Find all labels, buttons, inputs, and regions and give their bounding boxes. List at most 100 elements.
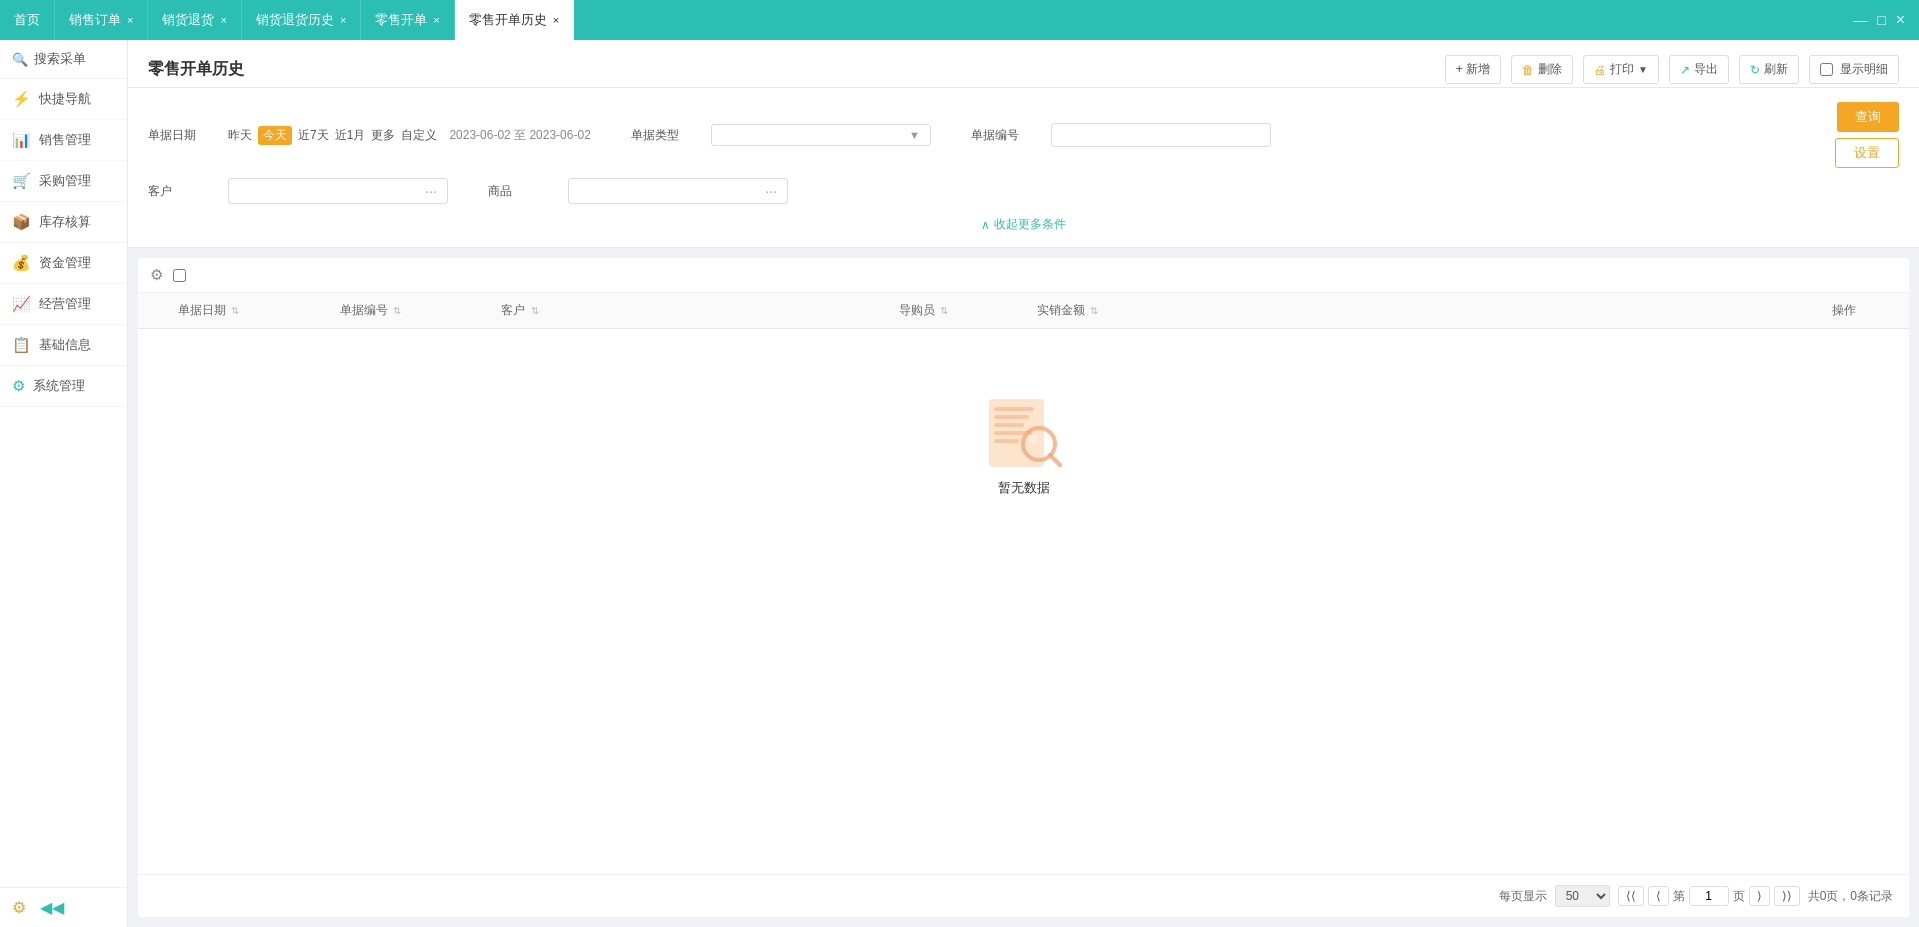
first-page-button[interactable]: ⟨⟨	[1618, 886, 1644, 906]
sidebar-item-inventory[interactable]: 📦 库存核算	[0, 202, 127, 243]
maximize-icon[interactable]: □	[1877, 12, 1885, 28]
th-amount-sort-icon[interactable]: ⇅	[1090, 305, 1098, 316]
customer-dots-icon[interactable]: ···	[425, 183, 437, 199]
shortcut-yesterday[interactable]: 昨天	[228, 127, 252, 144]
print-button[interactable]: 🖨 打印 ▼	[1583, 55, 1659, 84]
sidebar-item-system-mgmt-label: 系统管理	[33, 377, 85, 395]
tab-sales-order-close[interactable]: ×	[127, 14, 133, 26]
sidebar-item-sales-mgmt-label: 销售管理	[39, 131, 91, 149]
sidebar-item-system-mgmt[interactable]: ⚙ 系统管理	[0, 366, 127, 407]
data-table: 单据日期 ⇅ 单据编号 ⇅ 客户 ⇅	[138, 293, 1909, 329]
window-controls: — □ ×	[1853, 11, 1919, 29]
query-button[interactable]: 查询	[1837, 102, 1899, 132]
tab-retail-open-history-close[interactable]: ×	[553, 14, 559, 26]
next-page-button[interactable]: ⟩	[1749, 886, 1770, 906]
table-wrap: 单据日期 ⇅ 单据编号 ⇅ 客户 ⇅	[138, 293, 1909, 874]
th-salesperson-sort-icon[interactable]: ⇅	[940, 305, 948, 316]
collapse-filter-label: 收起更多条件	[994, 216, 1066, 233]
goods-dots-icon[interactable]: ···	[765, 183, 777, 199]
shortcut-7days[interactable]: 近7天	[298, 127, 329, 144]
collapse-filter-button[interactable]: ∧ 收起更多条件	[981, 216, 1066, 233]
sidebar-item-basic-info[interactable]: 📋 基础信息	[0, 325, 127, 366]
system-mgmt-icon: ⚙	[12, 377, 25, 395]
export-button[interactable]: ↗ 导出	[1669, 55, 1729, 84]
display-detail-button[interactable]: 显示明细	[1809, 55, 1899, 84]
settings-icon[interactable]: ⚙	[12, 898, 26, 917]
shortcut-custom[interactable]: 自定义	[401, 127, 437, 144]
prev-page-button[interactable]: ⟨	[1648, 886, 1669, 906]
sidebar-search[interactable]: 🔍 搜索采单	[0, 40, 127, 79]
shortcut-more[interactable]: 更多	[371, 127, 395, 144]
quick-nav-icon: ⚡	[12, 90, 31, 108]
minimize-icon[interactable]: —	[1853, 12, 1867, 28]
shortcut-1month[interactable]: 近1月	[335, 127, 366, 144]
select-all-checkbox[interactable]	[173, 269, 186, 282]
customer-label: 客户	[148, 183, 208, 200]
customer-select[interactable]: ···	[228, 178, 448, 204]
doc-type-select[interactable]: ▼	[711, 124, 931, 146]
filter-row-1: 单据日期 昨天 今天 近7天 近1月 更多 自定义 2023-06-02 至 2…	[148, 102, 1899, 168]
no-data-text: 暂无数据	[998, 479, 1050, 497]
tab-home-label: 首页	[14, 11, 40, 29]
svg-rect-2	[994, 415, 1029, 419]
tab-sales-return[interactable]: 销货退货 ×	[148, 0, 241, 40]
date-range-display: 2023-06-02 至 2023-06-02	[449, 127, 590, 144]
page-title: 零售开单历史	[148, 59, 244, 80]
th-date-sort-icon[interactable]: ⇅	[231, 305, 239, 316]
tab-retail-open-history[interactable]: 零售开单历史 ×	[455, 0, 574, 40]
sidebar-bottom: ⚙ ◀◀	[0, 887, 127, 927]
table-settings-icon[interactable]: ⚙	[150, 266, 163, 284]
tab-retail-open-label: 零售开单	[375, 11, 427, 29]
filter-area: 单据日期 昨天 今天 近7天 近1月 更多 自定义 2023-06-02 至 2…	[128, 88, 1919, 248]
per-page-label: 每页显示	[1499, 888, 1547, 905]
shortcut-today[interactable]: 今天	[258, 126, 292, 145]
sidebar-item-sales-mgmt[interactable]: 📊 销售管理	[0, 120, 127, 161]
th-salesperson[interactable]: 导购员 ⇅	[889, 293, 1027, 329]
total-info-label: 共0页，0条记录	[1808, 888, 1893, 905]
sidebar-item-purchase-mgmt[interactable]: 🛒 采购管理	[0, 161, 127, 202]
page-suffix-label: 页	[1733, 888, 1745, 905]
th-no-sort-icon[interactable]: ⇅	[393, 305, 401, 316]
doc-no-input[interactable]	[1051, 123, 1271, 147]
sidebar-item-finance-mgmt[interactable]: 💰 资金管理	[0, 243, 127, 284]
collapse-sidebar-icon[interactable]: ◀◀	[40, 898, 64, 917]
no-data-illustration	[974, 389, 1074, 479]
close-icon[interactable]: ×	[1896, 11, 1905, 29]
th-amount-label: 实销金额	[1037, 303, 1085, 317]
per-page-select[interactable]: 50 10 20 100	[1555, 885, 1610, 907]
doc-no-label: 单据编号	[971, 127, 1031, 144]
last-page-button[interactable]: ⟩⟩	[1774, 886, 1800, 906]
tab-retail-open-history-label: 零售开单历史	[469, 11, 547, 29]
add-button[interactable]: + 新增	[1445, 55, 1501, 84]
tab-retail-open-close[interactable]: ×	[433, 14, 439, 26]
th-no[interactable]: 单据编号 ⇅	[330, 293, 492, 329]
goods-select[interactable]: ···	[568, 178, 788, 204]
th-customer[interactable]: 客户 ⇅	[491, 293, 888, 329]
current-page-input[interactable]: 1	[1689, 886, 1729, 906]
tab-sales-return-close[interactable]: ×	[220, 14, 226, 26]
tab-sales-return-history-close[interactable]: ×	[340, 14, 346, 26]
sidebar-item-inventory-label: 库存核算	[39, 213, 91, 231]
svg-rect-3	[994, 423, 1024, 427]
display-detail-checkbox[interactable]	[1820, 63, 1833, 76]
svg-rect-1	[994, 407, 1034, 411]
sidebar: 🔍 搜索采单 ⚡ 快捷导航 📊 销售管理 🛒 采购管理 📦 库存核算 💰 资金管…	[0, 40, 128, 927]
tab-retail-open[interactable]: 零售开单 ×	[361, 0, 454, 40]
tab-home[interactable]: 首页	[0, 0, 55, 40]
settings-button[interactable]: 设置	[1835, 138, 1899, 168]
refresh-button[interactable]: ↻ 刷新	[1739, 55, 1799, 84]
tab-sales-order[interactable]: 销售订单 ×	[55, 0, 148, 40]
delete-icon: 🗑	[1522, 63, 1534, 77]
content-area: 零售开单历史 + 新增 🗑 删除 🖨 打印 ▼ ↗ 导出	[128, 40, 1919, 927]
sidebar-item-operation-mgmt[interactable]: 📈 经营管理	[0, 284, 127, 325]
th-amount[interactable]: 实销金额 ⇅	[1027, 293, 1822, 329]
tab-sales-return-history-label: 销货退货历史	[256, 11, 334, 29]
tab-sales-return-history[interactable]: 销货退货历史 ×	[242, 0, 361, 40]
delete-button[interactable]: 🗑 删除	[1511, 55, 1573, 84]
th-date[interactable]: 单据日期 ⇅	[168, 293, 330, 329]
sidebar-item-quick-nav-label: 快捷导航	[39, 90, 91, 108]
refresh-button-label: 刷新	[1764, 61, 1788, 78]
th-customer-sort-icon[interactable]: ⇅	[531, 305, 539, 316]
header-actions: + 新增 🗑 删除 🖨 打印 ▼ ↗ 导出 ↻ 刷新	[1445, 55, 1899, 84]
sidebar-item-quick-nav[interactable]: ⚡ 快捷导航	[0, 79, 127, 120]
